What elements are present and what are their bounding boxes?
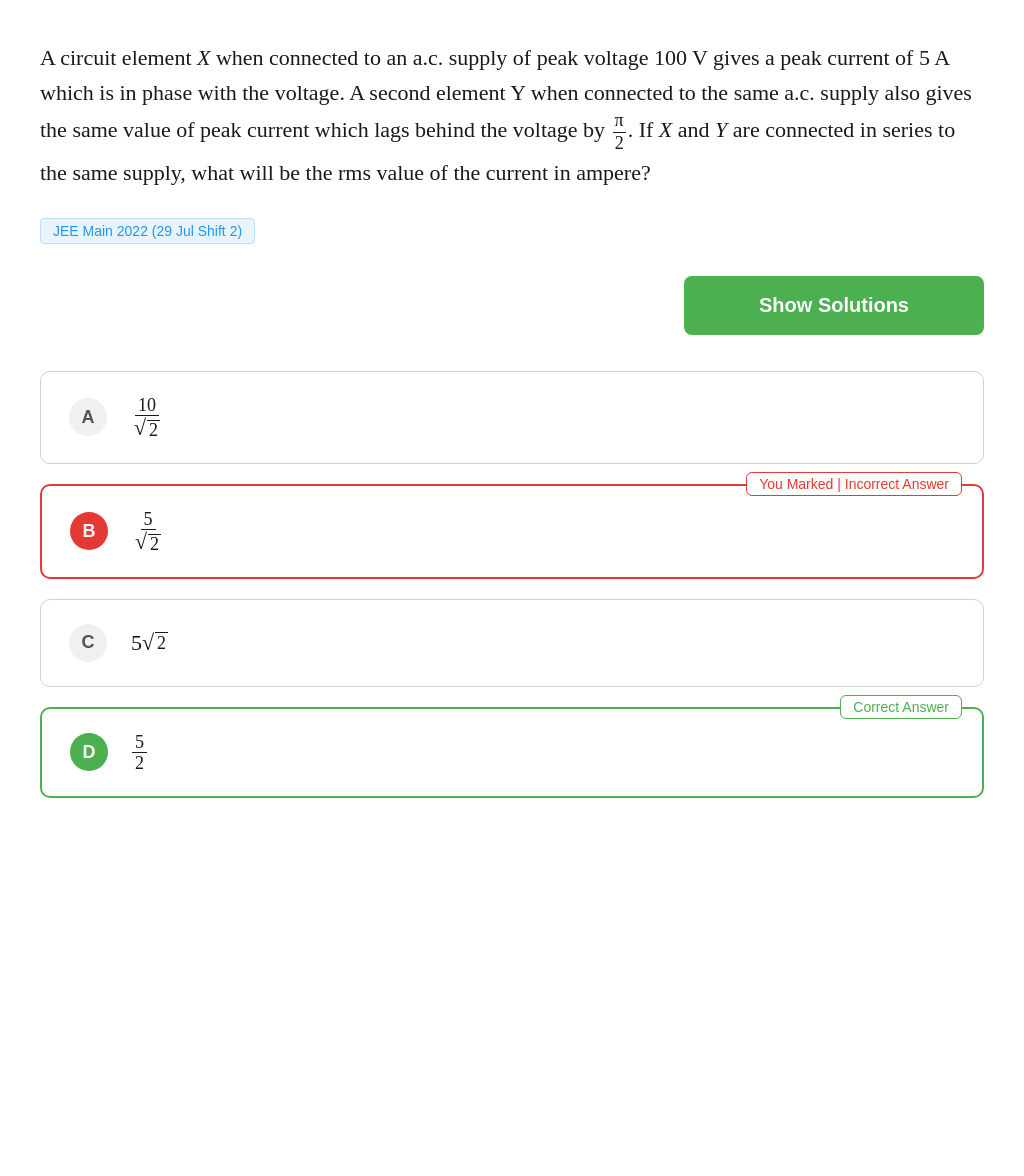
option-circle-b: B [70,512,108,550]
question-text: A circuit element X when connected to an… [40,40,984,190]
option-card-c[interactable]: C 5√2 [40,599,984,687]
show-solutions-row: Show Solutions [40,276,984,335]
option-value-b: 5 √2 [132,510,164,553]
exam-tag-badge: JEE Main 2022 (29 Jul Shift 2) [40,218,255,244]
option-card-d[interactable]: Correct Answer D 5 2 [40,707,984,798]
option-card-b[interactable]: You Marked | Incorrect Answer B 5 √2 [40,484,984,579]
option-circle-a: A [69,398,107,436]
option-value-a: 10 √2 [131,396,163,439]
option-circle-d: D [70,733,108,771]
option-value-d: 5 2 [132,733,147,772]
incorrect-answer-badge: You Marked | Incorrect Answer [746,472,962,496]
correct-answer-badge: Correct Answer [840,695,962,719]
show-solutions-button[interactable]: Show Solutions [684,276,984,335]
option-circle-c: C [69,624,107,662]
option-value-c: 5√2 [131,630,168,656]
option-card-a[interactable]: A 10 √2 [40,371,984,464]
